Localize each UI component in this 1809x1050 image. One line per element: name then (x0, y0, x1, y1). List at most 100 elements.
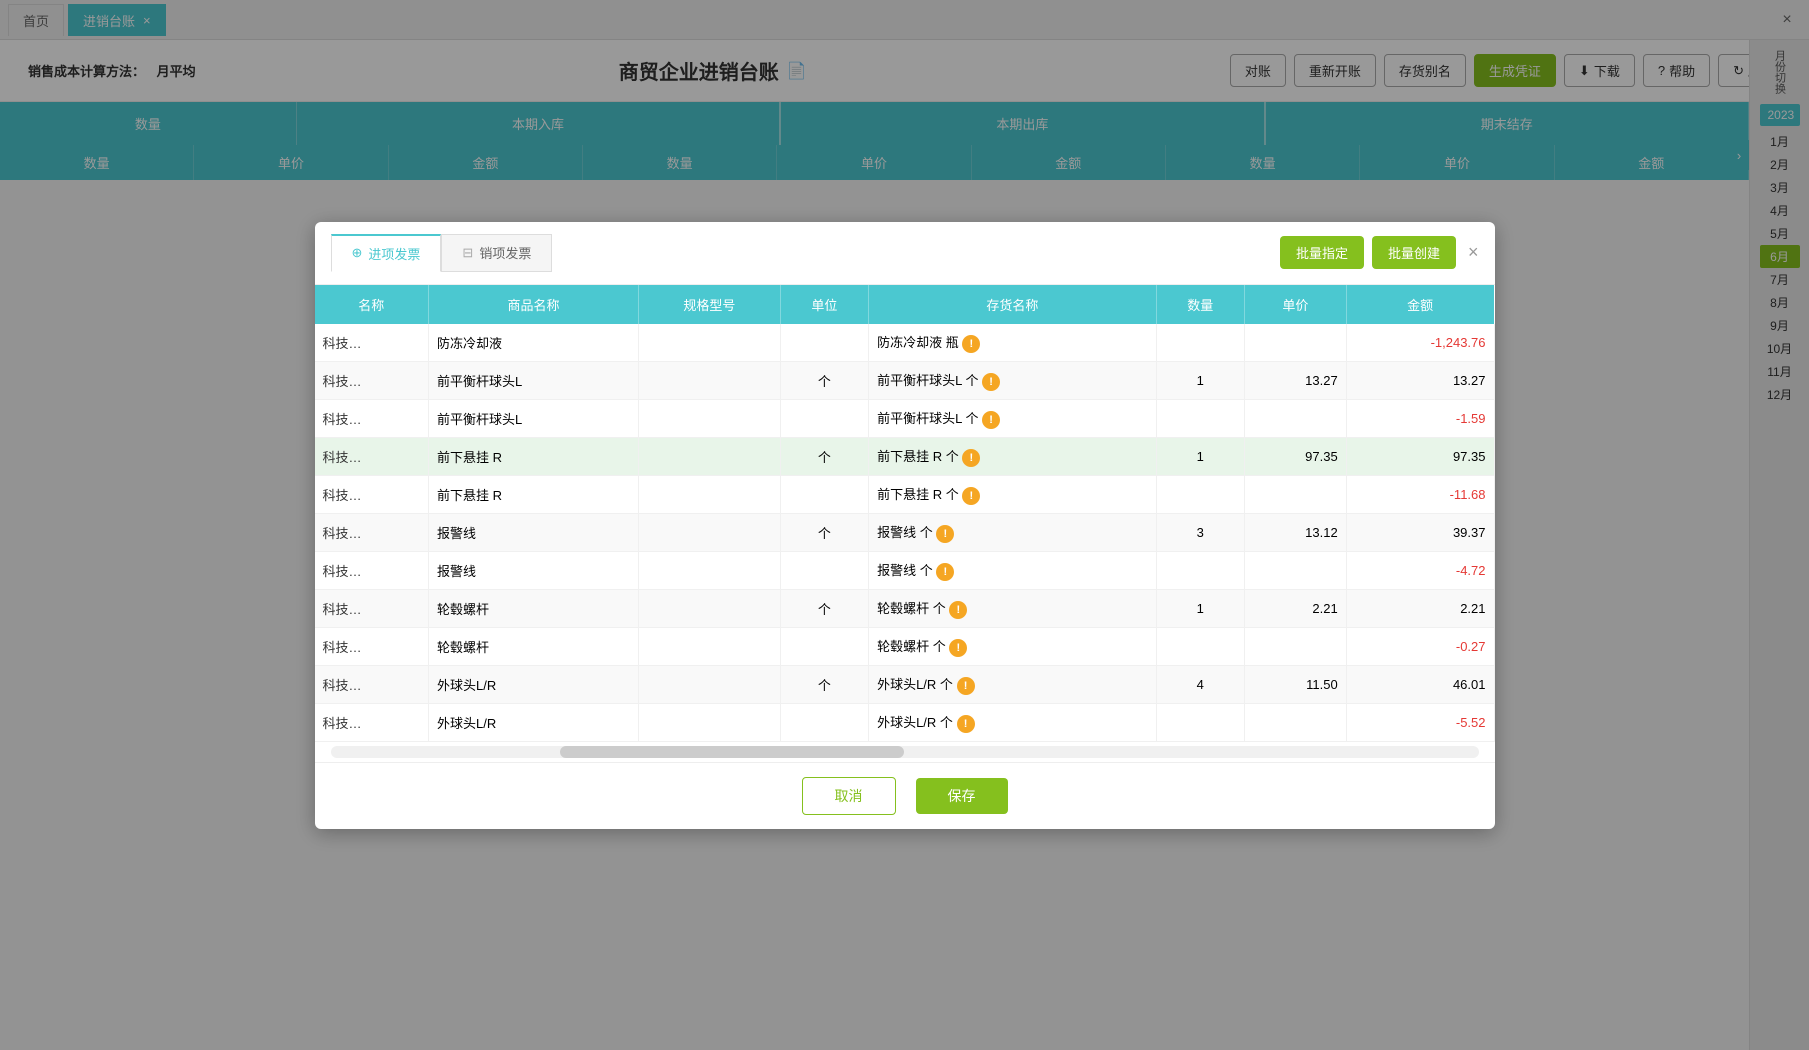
warning-icon[interactable]: ! (957, 715, 975, 733)
warning-icon[interactable]: ! (962, 335, 980, 353)
cell-amount: -11.68 (1346, 475, 1494, 513)
cell-goods: 外球头L/R (429, 703, 639, 741)
table-row: 科技… 前平衡杆球头L 前平衡杆球头L 个 ! -1.59 (315, 399, 1495, 437)
cell-amount: -1.59 (1346, 399, 1494, 437)
cell-stock: 轮毂螺杆 个 ! (869, 589, 1157, 627)
cell-amount: -1,243.76 (1346, 324, 1494, 362)
warning-icon[interactable]: ! (949, 639, 967, 657)
modal-tabs: ⊕ 进项发票 ⊟ 销项发票 (331, 234, 553, 272)
main-area: 销售成本计算方法： 月平均 商贸企业进销台账 📄 对账 重新开账 存货别名 生成… (0, 40, 1809, 1050)
cell-spec (638, 665, 780, 703)
cell-stock: 前平衡杆球头L 个 ! (869, 399, 1157, 437)
warning-icon[interactable]: ! (982, 373, 1000, 391)
cell-qty (1156, 627, 1244, 665)
cell-goods: 防冻冷却液 (429, 324, 639, 362)
table-row: 科技… 前平衡杆球头L 个 前平衡杆球头L 个 ! 1 13.27 13.27 (315, 361, 1495, 399)
modal-header-actions: 批量指定 批量创建 (1280, 236, 1456, 269)
cell-spec (638, 361, 780, 399)
modal-footer: 取消 保存 (315, 762, 1495, 829)
cell-name: 科技… (315, 589, 429, 627)
cell-spec (638, 475, 780, 513)
cell-spec (638, 399, 780, 437)
cell-unit: 个 (780, 589, 868, 627)
cell-goods: 外球头L/R (429, 665, 639, 703)
modal-table: 名称 商品名称 规格型号 单位 存货名称 数量 单价 金额 科技… 防冻冷却液 (315, 285, 1495, 742)
modal-horizontal-scrollbar[interactable] (331, 746, 1479, 758)
cell-amount: -0.27 (1346, 627, 1494, 665)
warning-icon[interactable]: ! (982, 411, 1000, 429)
table-row: 科技… 轮毂螺杆 轮毂螺杆 个 ! -0.27 (315, 627, 1495, 665)
table-row: 科技… 外球头L/R 个 外球头L/R 个 ! 4 11.50 46.01 (315, 665, 1495, 703)
cell-spec (638, 703, 780, 741)
cell-qty: 1 (1156, 361, 1244, 399)
cell-stock: 防冻冷却液 瓶 ! (869, 324, 1157, 362)
cell-price (1244, 627, 1346, 665)
th-spec: 规格型号 (638, 285, 780, 324)
warning-icon[interactable]: ! (962, 487, 980, 505)
modal-dialog: ⊕ 进项发票 ⊟ 销项发票 批量指定 批量创建 × (315, 222, 1495, 829)
cell-qty (1156, 399, 1244, 437)
cell-spec (638, 589, 780, 627)
invoice-in-icon: ⊕ (352, 245, 363, 261)
cell-price: 11.50 (1244, 665, 1346, 703)
table-row: 科技… 外球头L/R 外球头L/R 个 ! -5.52 (315, 703, 1495, 741)
tab-income-invoice[interactable]: ⊕ 进项发票 (331, 234, 442, 272)
cell-name: 科技… (315, 361, 429, 399)
cell-goods: 报警线 (429, 551, 639, 589)
th-stock: 存货名称 (869, 285, 1157, 324)
warning-icon[interactable]: ! (936, 525, 954, 543)
cell-spec (638, 437, 780, 475)
modal-close-button[interactable]: × (1468, 242, 1479, 263)
warning-icon[interactable]: ! (949, 601, 967, 619)
cell-qty: 1 (1156, 589, 1244, 627)
table-row: 科技… 前下悬挂 R 前下悬挂 R 个 ! -11.68 (315, 475, 1495, 513)
cell-stock: 报警线 个 ! (869, 551, 1157, 589)
cell-qty (1156, 324, 1244, 362)
cell-amount: 46.01 (1346, 665, 1494, 703)
batch-create-button[interactable]: 批量创建 (1372, 236, 1456, 269)
th-qty: 数量 (1156, 285, 1244, 324)
cell-price (1244, 703, 1346, 741)
cell-name: 科技… (315, 665, 429, 703)
cell-unit: 个 (780, 437, 868, 475)
modal-overlay: ⊕ 进项发票 ⊟ 销项发票 批量指定 批量创建 × (0, 0, 1809, 1050)
th-name: 名称 (315, 285, 429, 324)
th-price: 单价 (1244, 285, 1346, 324)
modal-header: ⊕ 进项发票 ⊟ 销项发票 批量指定 批量创建 × (315, 222, 1495, 285)
cell-amount: 97.35 (1346, 437, 1494, 475)
invoice-out-icon: ⊟ (462, 245, 473, 261)
scrollbar-thumb[interactable] (560, 746, 904, 758)
save-button[interactable]: 保存 (916, 778, 1008, 814)
warning-icon[interactable]: ! (962, 449, 980, 467)
cell-unit (780, 475, 868, 513)
batch-assign-button[interactable]: 批量指定 (1280, 236, 1364, 269)
cell-unit (780, 627, 868, 665)
cell-qty (1156, 703, 1244, 741)
table-header-row: 名称 商品名称 规格型号 单位 存货名称 数量 单价 金额 (315, 285, 1495, 324)
warning-icon[interactable]: ! (957, 677, 975, 695)
cell-price (1244, 475, 1346, 513)
cell-name: 科技… (315, 627, 429, 665)
cell-price: 13.12 (1244, 513, 1346, 551)
table-row: 科技… 报警线 个 报警线 个 ! 3 13.12 39.37 (315, 513, 1495, 551)
cell-amount: 2.21 (1346, 589, 1494, 627)
cell-amount: -4.72 (1346, 551, 1494, 589)
cell-goods: 前下悬挂 R (429, 475, 639, 513)
warning-icon[interactable]: ! (936, 563, 954, 581)
cell-amount: 13.27 (1346, 361, 1494, 399)
cell-price: 13.27 (1244, 361, 1346, 399)
table-row: 科技… 报警线 报警线 个 ! -4.72 (315, 551, 1495, 589)
cell-unit (780, 703, 868, 741)
cell-qty (1156, 551, 1244, 589)
tab-sales-invoice[interactable]: ⊟ 销项发票 (441, 234, 552, 272)
th-unit: 单位 (780, 285, 868, 324)
cell-name: 科技… (315, 513, 429, 551)
cell-stock: 外球头L/R 个 ! (869, 665, 1157, 703)
cell-price (1244, 399, 1346, 437)
cell-qty: 1 (1156, 437, 1244, 475)
cancel-button[interactable]: 取消 (802, 777, 896, 815)
cell-spec (638, 551, 780, 589)
cell-unit (780, 324, 868, 362)
cell-qty: 4 (1156, 665, 1244, 703)
cell-stock: 前下悬挂 R 个 ! (869, 437, 1157, 475)
